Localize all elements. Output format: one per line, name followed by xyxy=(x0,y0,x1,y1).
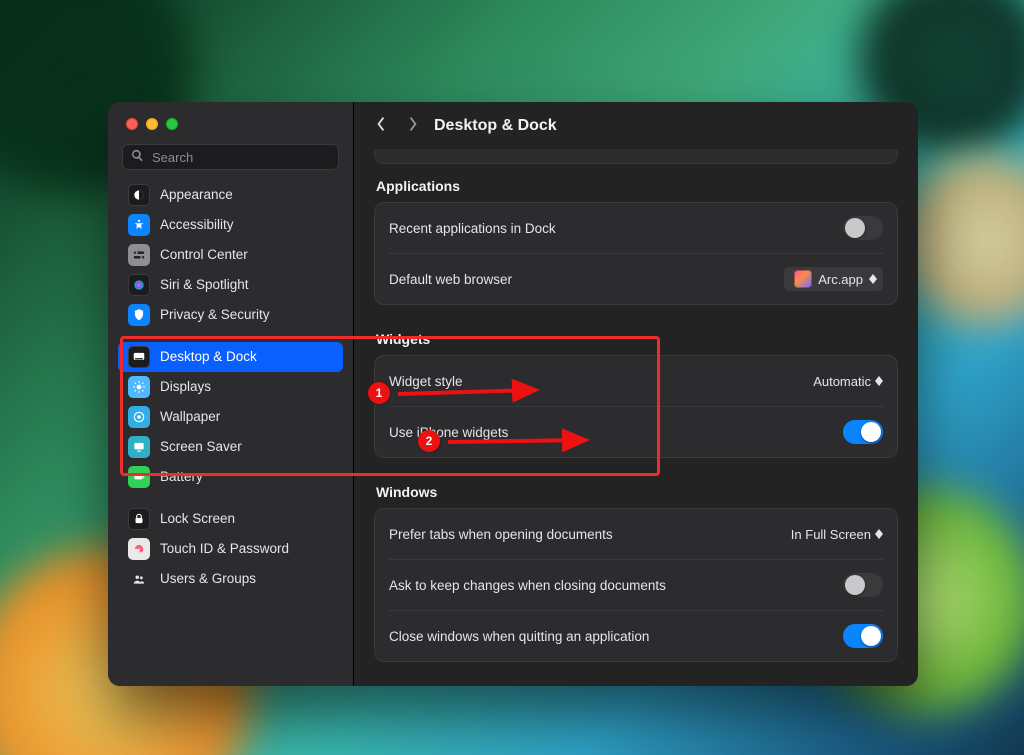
sidebar-item-label: Siri & Spotlight xyxy=(160,278,249,292)
page-title: Desktop & Dock xyxy=(434,117,557,135)
popup-value: In Full Screen xyxy=(791,527,871,542)
privacy-icon xyxy=(128,304,150,326)
windows-group: Prefer tabs when opening documents In Fu… xyxy=(374,508,898,662)
screen-saver-icon xyxy=(128,436,150,458)
sidebar-item-label: Lock Screen xyxy=(160,512,235,526)
touch-id-icon xyxy=(128,538,150,560)
search-icon xyxy=(131,149,150,165)
sidebar-item-control-center[interactable]: Control Center xyxy=(118,240,343,270)
fullscreen-window-button[interactable] xyxy=(166,118,178,130)
sidebar-item-label: Users & Groups xyxy=(160,572,256,586)
nav-back-button[interactable] xyxy=(374,116,388,135)
applications-group: Recent applications in Dock Default web … xyxy=(374,202,898,305)
widget-style-popup[interactable]: Automatic xyxy=(813,374,883,389)
sidebar-item-desktop-dock[interactable]: Desktop & Dock xyxy=(118,342,343,372)
titlebar: Desktop & Dock xyxy=(354,102,918,145)
sidebar-item-privacy-security[interactable]: Privacy & Security xyxy=(118,300,343,330)
use-iphone-widgets-toggle[interactable] xyxy=(843,420,883,444)
row-label: Widget style xyxy=(389,374,803,389)
system-settings-window: Appearance Accessibility Control Center xyxy=(108,102,918,686)
row-label: Use iPhone widgets xyxy=(389,425,833,440)
sidebar-item-touch-id-password[interactable]: Touch ID & Password xyxy=(118,534,343,564)
appearance-icon xyxy=(128,184,150,206)
settings-content: Desktop & Dock Applications Recent appli… xyxy=(354,102,918,686)
sidebar-item-appearance[interactable]: Appearance xyxy=(118,180,343,210)
sidebar-item-displays[interactable]: Displays xyxy=(118,372,343,402)
popup-value: Automatic xyxy=(813,374,871,389)
sidebar-item-siri-spotlight[interactable]: Siri & Spotlight xyxy=(118,270,343,300)
row-ask-keep-changes: Ask to keep changes when closing documen… xyxy=(389,559,883,610)
row-label: Default web browser xyxy=(389,272,774,287)
partial-group-above xyxy=(374,149,898,164)
sidebar-item-screen-saver[interactable]: Screen Saver xyxy=(118,432,343,462)
control-center-icon xyxy=(128,244,150,266)
section-heading-windows: Windows xyxy=(376,484,896,500)
recent-apps-toggle[interactable] xyxy=(843,216,883,240)
sidebar-item-label: Displays xyxy=(160,380,211,394)
desktop-dock-icon xyxy=(128,346,150,368)
close-windows-quit-toggle[interactable] xyxy=(843,624,883,648)
section-heading-applications: Applications xyxy=(376,178,896,194)
sidebar-item-label: Screen Saver xyxy=(160,440,242,454)
ask-keep-changes-toggle[interactable] xyxy=(843,573,883,597)
sidebar-item-lock-screen[interactable]: Lock Screen xyxy=(118,504,343,534)
row-close-windows-quit: Close windows when quitting an applicati… xyxy=(389,610,883,661)
sidebar-item-label: Control Center xyxy=(160,248,248,262)
close-window-button[interactable] xyxy=(126,118,138,130)
chevron-updown-icon xyxy=(875,376,883,386)
row-default-browser: Default web browser Arc.app xyxy=(389,253,883,304)
chevron-updown-icon xyxy=(875,529,883,539)
row-label: Ask to keep changes when closing documen… xyxy=(389,578,833,593)
row-widget-style: Widget style Automatic xyxy=(389,356,883,406)
siri-icon xyxy=(128,274,150,296)
battery-icon xyxy=(128,466,150,488)
sidebar-item-wallpaper[interactable]: Wallpaper xyxy=(118,402,343,432)
lock-screen-icon xyxy=(128,508,150,530)
sidebar-item-label: Appearance xyxy=(160,188,233,202)
section-heading-widgets: Widgets xyxy=(376,331,896,347)
row-label: Close windows when quitting an applicati… xyxy=(389,629,833,644)
sidebar-item-accessibility[interactable]: Accessibility xyxy=(118,210,343,240)
wallpaper-icon xyxy=(128,406,150,428)
window-controls xyxy=(108,102,353,140)
row-prefer-tabs: Prefer tabs when opening documents In Fu… xyxy=(389,509,883,559)
sidebar-item-label: Battery xyxy=(160,470,203,484)
row-recent-apps: Recent applications in Dock xyxy=(389,203,883,253)
sidebar-item-label: Desktop & Dock xyxy=(160,350,257,364)
popup-value: Arc.app xyxy=(818,272,863,287)
nav-forward-button[interactable] xyxy=(406,116,420,135)
sidebar-item-label: Wallpaper xyxy=(160,410,220,424)
sidebar-item-label: Privacy & Security xyxy=(160,308,270,322)
row-label: Prefer tabs when opening documents xyxy=(389,527,781,542)
sidebar-item-users-groups[interactable]: Users & Groups xyxy=(118,564,343,594)
widgets-group: Widget style Automatic Use iPhone widget… xyxy=(374,355,898,458)
search-input[interactable] xyxy=(150,149,330,166)
row-use-iphone-widgets: Use iPhone widgets xyxy=(389,406,883,457)
chevron-updown-icon xyxy=(869,274,877,284)
row-label: Recent applications in Dock xyxy=(389,221,833,236)
arc-app-icon xyxy=(794,270,812,288)
default-browser-popup[interactable]: Arc.app xyxy=(784,267,883,291)
sidebar-item-label: Touch ID & Password xyxy=(160,542,289,556)
minimize-window-button[interactable] xyxy=(146,118,158,130)
accessibility-icon xyxy=(128,214,150,236)
prefer-tabs-popup[interactable]: In Full Screen xyxy=(791,527,883,542)
sidebar: Appearance Accessibility Control Center xyxy=(108,102,354,686)
search-field[interactable] xyxy=(122,144,339,170)
sidebar-item-label: Accessibility xyxy=(160,218,234,232)
displays-icon xyxy=(128,376,150,398)
users-groups-icon xyxy=(128,568,150,590)
sidebar-item-battery[interactable]: Battery xyxy=(118,462,343,492)
